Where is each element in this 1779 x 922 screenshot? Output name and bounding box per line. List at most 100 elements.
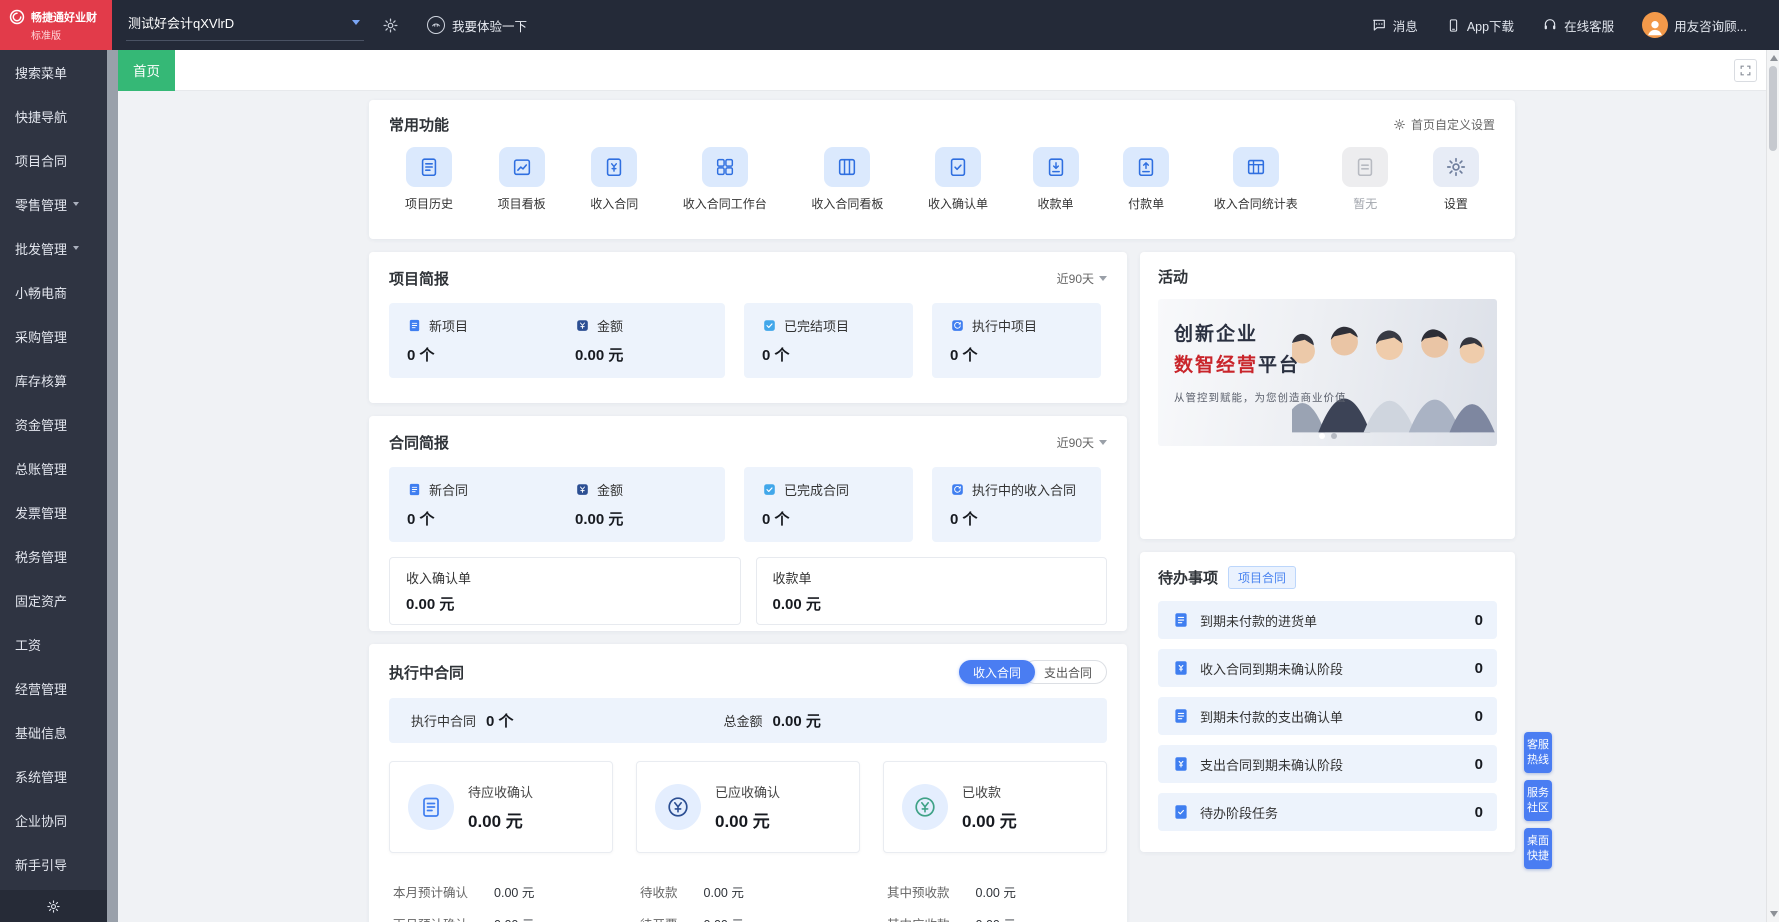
sidebar-item-label: 基础信息 [15,725,68,741]
activity-banner[interactable]: 创新企业 数智经营平台 从管控到赋能，为您创造商业价值 [1158,299,1497,446]
sidebar-item-project-contract[interactable]: 项目合同 [0,138,107,182]
sidebar-item-invoice-mgmt[interactable]: 发票管理 [0,490,107,534]
online-service-button[interactable]: 在线客服 [1542,16,1614,35]
sidebar-item-label: 资金管理 [15,417,68,433]
stat-new-project: 新项目 0 个 [389,316,557,365]
toggle-label: 支出合同 [1043,665,1092,680]
float-service-hotline-button[interactable]: 客服 热线 [1524,732,1552,773]
stat-box: 执行中项目 0 个 [932,303,1101,378]
main-content: 常用功能 首页自定义设置 项目历史 项目看板 收入合同 收入合同工作台 收入合同… [118,91,1766,922]
stat-finished-projects: 已完结项目 0 个 [744,316,913,365]
todo-overdue-expense-confirm[interactable]: 到期未付款的支出确认单 0 [1158,697,1497,735]
todo-tag-project-contract[interactable]: 项目合同 [1228,566,1297,589]
scrollbar-thumb[interactable] [1769,66,1777,151]
consultant-button[interactable]: 用友咨询顾... [1642,12,1747,38]
detail-value: 0.00 元 [704,914,744,922]
home-customize-settings-link[interactable]: 首页自定义设置 [1393,116,1495,133]
func-label: 收入合同看板 [811,197,884,211]
fullscreen-toggle-button[interactable] [1734,59,1757,82]
float-desktop-shortcut-button[interactable]: 桌面 快捷 [1524,828,1552,869]
app-download-button[interactable]: App下载 [1446,16,1514,35]
messages-button[interactable]: 消息 [1371,16,1418,35]
sidebar-item-quick-nav[interactable]: 快捷导航 [0,94,107,138]
sidebar-item-enterprise-collab[interactable]: 企业协同 [0,798,107,842]
app-download-label: App下载 [1466,19,1515,34]
yen-badge-icon [655,784,701,830]
func-income-confirm[interactable]: 收入确认单 [928,147,988,212]
sidebar-item-fixed-assets[interactable]: 固定资产 [0,578,107,622]
func-project-history[interactable]: 项目历史 [405,147,453,212]
scroll-down-arrow[interactable] [1769,911,1778,917]
sidebar-item-payroll[interactable]: 工资 [0,622,107,666]
message-bubble-icon [1371,17,1387,33]
func-receipt[interactable]: 收款单 [1032,147,1079,212]
sidebar-item-beginner-guide[interactable]: 新手引导 [0,842,107,886]
sidebar-item-search-menu[interactable]: 搜索菜单 [0,50,107,94]
experience-button[interactable]: 我要体验一下 [427,16,527,35]
detail-label: 其中预收款 [887,886,950,900]
check-icon [762,482,777,497]
app-logo: 畅捷通好业财 标准版 [0,0,112,50]
receipt-box[interactable]: 收款单 0.00 元 [755,557,1107,625]
sidebar-item-label: 系统管理 [15,769,68,785]
sidebar-item-retail-mgmt[interactable]: 零售管理 [0,182,107,226]
scroll-up-arrow[interactable] [1769,55,1778,61]
sidebar-item-funds-mgmt[interactable]: 资金管理 [0,402,107,446]
stat-value: 0 个 [407,347,435,364]
todo-count: 0 [1474,707,1483,725]
sidebar-item-xiaochang-ecommerce[interactable]: 小畅电商 [0,270,107,314]
exec-card-label: 已应收确认 [715,785,781,800]
box-label: 收款单 [772,571,812,586]
float-btn-label: 桌面 [1527,834,1549,847]
sidebar-item-base-info[interactable]: 基础信息 [0,710,107,754]
func-project-board[interactable]: 项目看板 [498,147,546,212]
carousel-dot[interactable] [1330,433,1337,439]
func-income-contract[interactable]: 收入合同 [590,147,638,212]
tab-home[interactable]: 首页 [118,49,175,91]
func-income-contract-workbench[interactable]: 收入合同工作台 [683,147,767,212]
detail-value: 0.00 元 [976,914,1016,922]
float-service-community-button[interactable]: 服务 社区 [1524,780,1552,821]
detail-col-received: 其中预收款 0.00 元 其中应收款 0.00 元 [883,869,1107,922]
sidebar-item-system-mgmt[interactable]: 系统管理 [0,754,107,798]
todo-income-contract-unconfirmed[interactable]: 收入合同到期未确认阶段 0 [1158,649,1497,687]
tab-bar: 首页 [118,49,1766,91]
sidebar-item-label: 企业协同 [15,813,68,829]
yen-doc-icon [1172,659,1190,677]
stat-value: 0 个 [762,511,790,528]
stat-label: 金额 [597,319,624,334]
contract-brief-period-select[interactable]: 近90天 [1057,434,1107,451]
receipt-down-icon [1032,147,1079,187]
consultant-label: 用友咨询顾... [1674,19,1747,34]
func-income-contract-board[interactable]: 收入合同看板 [811,147,883,212]
account-selector[interactable]: 测试好会计qXVlrD [126,9,364,41]
banner-line1: 创新企业 [1174,324,1259,345]
todo-count: 0 [1474,659,1483,677]
toggle-expense-contract[interactable]: 支出合同 [1022,660,1107,684]
banner-line2: 数智经营平台 [1174,350,1347,377]
sidebar-item-tax-mgmt[interactable]: 税务管理 [0,534,107,578]
todo-expense-contract-unconfirmed[interactable]: 支出合同到期未确认阶段 0 [1158,745,1497,783]
sidebar-scrollbar[interactable] [107,50,118,922]
func-payment[interactable]: 付款单 [1123,147,1170,212]
sidebar-settings-button[interactable] [0,890,107,922]
func-income-contract-stats[interactable]: 收入合同统计表 [1214,147,1298,212]
settings-gear-icon[interactable] [382,17,399,34]
sidebar-item-wholesale-mgmt[interactable]: 批发管理 [0,226,107,270]
yen-doc-icon [1172,755,1190,773]
project-brief-period-select[interactable]: 近90天 [1057,270,1107,287]
stats-table-icon [1232,147,1279,187]
todo-overdue-purchase-orders[interactable]: 到期未付款的进货单 0 [1158,601,1497,639]
sidebar-item-general-ledger[interactable]: 总账管理 [0,446,107,490]
income-confirm-box[interactable]: 收入确认单 0.00 元 [389,557,741,625]
carousel-dot[interactable] [1318,433,1325,439]
todo-count: 0 [1474,611,1483,629]
toggle-income-contract[interactable]: 收入合同 [958,660,1035,684]
account-name: 测试好会计qXVlrD [128,16,235,31]
todo-pending-stage-tasks[interactable]: 待办阶段任务 0 [1158,793,1497,831]
sidebar-item-inventory-accounting[interactable]: 库存核算 [0,358,107,402]
func-settings[interactable]: 设置 [1432,147,1479,212]
sidebar-item-business-mgmt[interactable]: 经营管理 [0,666,107,710]
stat-box: 已完成合同 0 个 [744,467,913,542]
sidebar-item-purchase-mgmt[interactable]: 采购管理 [0,314,107,358]
